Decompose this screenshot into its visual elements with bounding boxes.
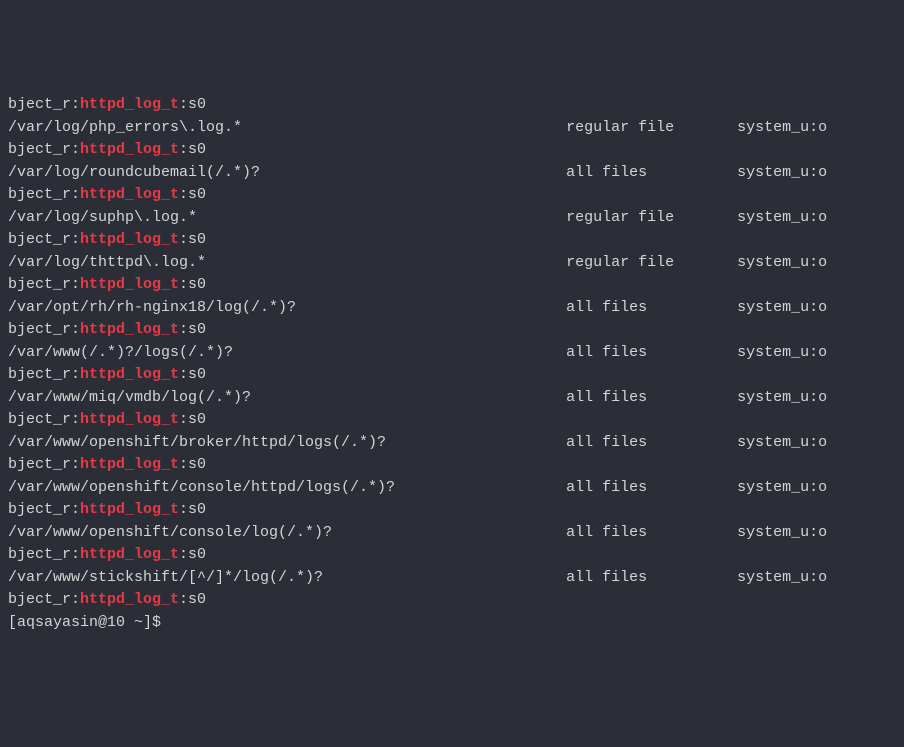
- selinux-type: httpd_log_t: [80, 276, 179, 293]
- context-prefix: bject_r:: [8, 366, 80, 383]
- file-type: all files: [566, 344, 737, 361]
- selinux-type: httpd_log_t: [80, 591, 179, 608]
- context-prefix: bject_r:: [8, 141, 80, 158]
- selinux-context: system_u:o: [737, 389, 827, 406]
- file-type: regular file: [566, 119, 737, 136]
- selinux-context: system_u:o: [737, 299, 827, 316]
- selinux-context: system_u:o: [737, 434, 827, 451]
- file-path: /var/log/thttpd\.log.*: [8, 254, 566, 271]
- terminal-line: /var/www/miq/vmdb/log(/.*)? all files sy…: [8, 387, 896, 410]
- file-path: /var/www/openshift/broker/httpd/logs(/.*…: [8, 434, 566, 451]
- terminal-line: /var/www/openshift/console/httpd/logs(/.…: [8, 477, 896, 500]
- shell-prompt[interactable]: [aqsayasin@10 ~]$: [8, 612, 896, 635]
- file-type: all files: [566, 569, 737, 586]
- selinux-context: system_u:o: [737, 569, 827, 586]
- context-suffix: :s0: [179, 276, 206, 293]
- selinux-context: system_u:o: [737, 209, 827, 226]
- terminal-line: /var/log/php_errors\.log.* regular file …: [8, 117, 896, 140]
- terminal-line: /var/www/openshift/broker/httpd/logs(/.*…: [8, 432, 896, 455]
- context-suffix: :s0: [179, 591, 206, 608]
- terminal-line: bject_r:httpd_log_t:s0: [8, 184, 896, 207]
- selinux-type: httpd_log_t: [80, 96, 179, 113]
- selinux-type: httpd_log_t: [80, 546, 179, 563]
- context-suffix: :s0: [179, 456, 206, 473]
- context-prefix: bject_r:: [8, 96, 80, 113]
- terminal-line: bject_r:httpd_log_t:s0: [8, 274, 896, 297]
- file-type: all files: [566, 434, 737, 451]
- terminal-line: /var/log/roundcubemail(/.*)? all files s…: [8, 162, 896, 185]
- file-type: all files: [566, 299, 737, 316]
- selinux-context: system_u:o: [737, 344, 827, 361]
- context-suffix: :s0: [179, 366, 206, 383]
- file-type: regular file: [566, 254, 737, 271]
- selinux-type: httpd_log_t: [80, 141, 179, 158]
- terminal-line: bject_r:httpd_log_t:s0: [8, 544, 896, 567]
- file-type: all files: [566, 479, 737, 496]
- terminal-line: bject_r:httpd_log_t:s0: [8, 454, 896, 477]
- context-suffix: :s0: [179, 501, 206, 518]
- file-type: all files: [566, 389, 737, 406]
- file-path: /var/log/php_errors\.log.*: [8, 119, 566, 136]
- context-suffix: :s0: [179, 546, 206, 563]
- file-path: /var/www/stickshift/[^/]*/log(/.*)?: [8, 569, 566, 586]
- file-path: /var/log/suphp\.log.*: [8, 209, 566, 226]
- terminal-line: bject_r:httpd_log_t:s0: [8, 229, 896, 252]
- selinux-type: httpd_log_t: [80, 186, 179, 203]
- terminal-line: /var/www/openshift/console/log(/.*)? all…: [8, 522, 896, 545]
- terminal-line: bject_r:httpd_log_t:s0: [8, 319, 896, 342]
- file-path: /var/log/roundcubemail(/.*)?: [8, 164, 566, 181]
- file-type: all files: [566, 524, 737, 541]
- context-prefix: bject_r:: [8, 456, 80, 473]
- context-prefix: bject_r:: [8, 546, 80, 563]
- selinux-type: httpd_log_t: [80, 501, 179, 518]
- terminal-line: /var/opt/rh/rh-nginx18/log(/.*)? all fil…: [8, 297, 896, 320]
- terminal-line: bject_r:httpd_log_t:s0: [8, 364, 896, 387]
- terminal-output: bject_r:httpd_log_t:s0/var/log/php_error…: [8, 94, 896, 634]
- terminal-line: bject_r:httpd_log_t:s0: [8, 409, 896, 432]
- file-type: regular file: [566, 209, 737, 226]
- file-type: all files: [566, 164, 737, 181]
- terminal-line: /var/log/suphp\.log.* regular file syste…: [8, 207, 896, 230]
- file-path: /var/www/openshift/console/httpd/logs(/.…: [8, 479, 566, 496]
- file-path: /var/www/miq/vmdb/log(/.*)?: [8, 389, 566, 406]
- terminal-line: /var/www(/.*)?/logs(/.*)? all files syst…: [8, 342, 896, 365]
- context-suffix: :s0: [179, 321, 206, 338]
- context-prefix: bject_r:: [8, 276, 80, 293]
- context-suffix: :s0: [179, 186, 206, 203]
- terminal-line: bject_r:httpd_log_t:s0: [8, 94, 896, 117]
- selinux-type: httpd_log_t: [80, 411, 179, 428]
- context-suffix: :s0: [179, 231, 206, 248]
- terminal-line: /var/www/stickshift/[^/]*/log(/.*)? all …: [8, 567, 896, 590]
- terminal-line: bject_r:httpd_log_t:s0: [8, 139, 896, 162]
- file-path: /var/www(/.*)?/logs(/.*)?: [8, 344, 566, 361]
- context-prefix: bject_r:: [8, 186, 80, 203]
- selinux-context: system_u:o: [737, 119, 827, 136]
- terminal-line: bject_r:httpd_log_t:s0: [8, 589, 896, 612]
- selinux-type: httpd_log_t: [80, 456, 179, 473]
- selinux-context: system_u:o: [737, 524, 827, 541]
- terminal-line: bject_r:httpd_log_t:s0: [8, 499, 896, 522]
- selinux-type: httpd_log_t: [80, 231, 179, 248]
- context-prefix: bject_r:: [8, 591, 80, 608]
- selinux-context: system_u:o: [737, 254, 827, 271]
- context-prefix: bject_r:: [8, 411, 80, 428]
- selinux-context: system_u:o: [737, 479, 827, 496]
- file-path: /var/opt/rh/rh-nginx18/log(/.*)?: [8, 299, 566, 316]
- context-prefix: bject_r:: [8, 231, 80, 248]
- context-prefix: bject_r:: [8, 501, 80, 518]
- context-prefix: bject_r:: [8, 321, 80, 338]
- context-suffix: :s0: [179, 411, 206, 428]
- context-suffix: :s0: [179, 96, 206, 113]
- selinux-type: httpd_log_t: [80, 321, 179, 338]
- file-path: /var/www/openshift/console/log(/.*)?: [8, 524, 566, 541]
- context-suffix: :s0: [179, 141, 206, 158]
- selinux-context: system_u:o: [737, 164, 827, 181]
- selinux-type: httpd_log_t: [80, 366, 179, 383]
- terminal-line: /var/log/thttpd\.log.* regular file syst…: [8, 252, 896, 275]
